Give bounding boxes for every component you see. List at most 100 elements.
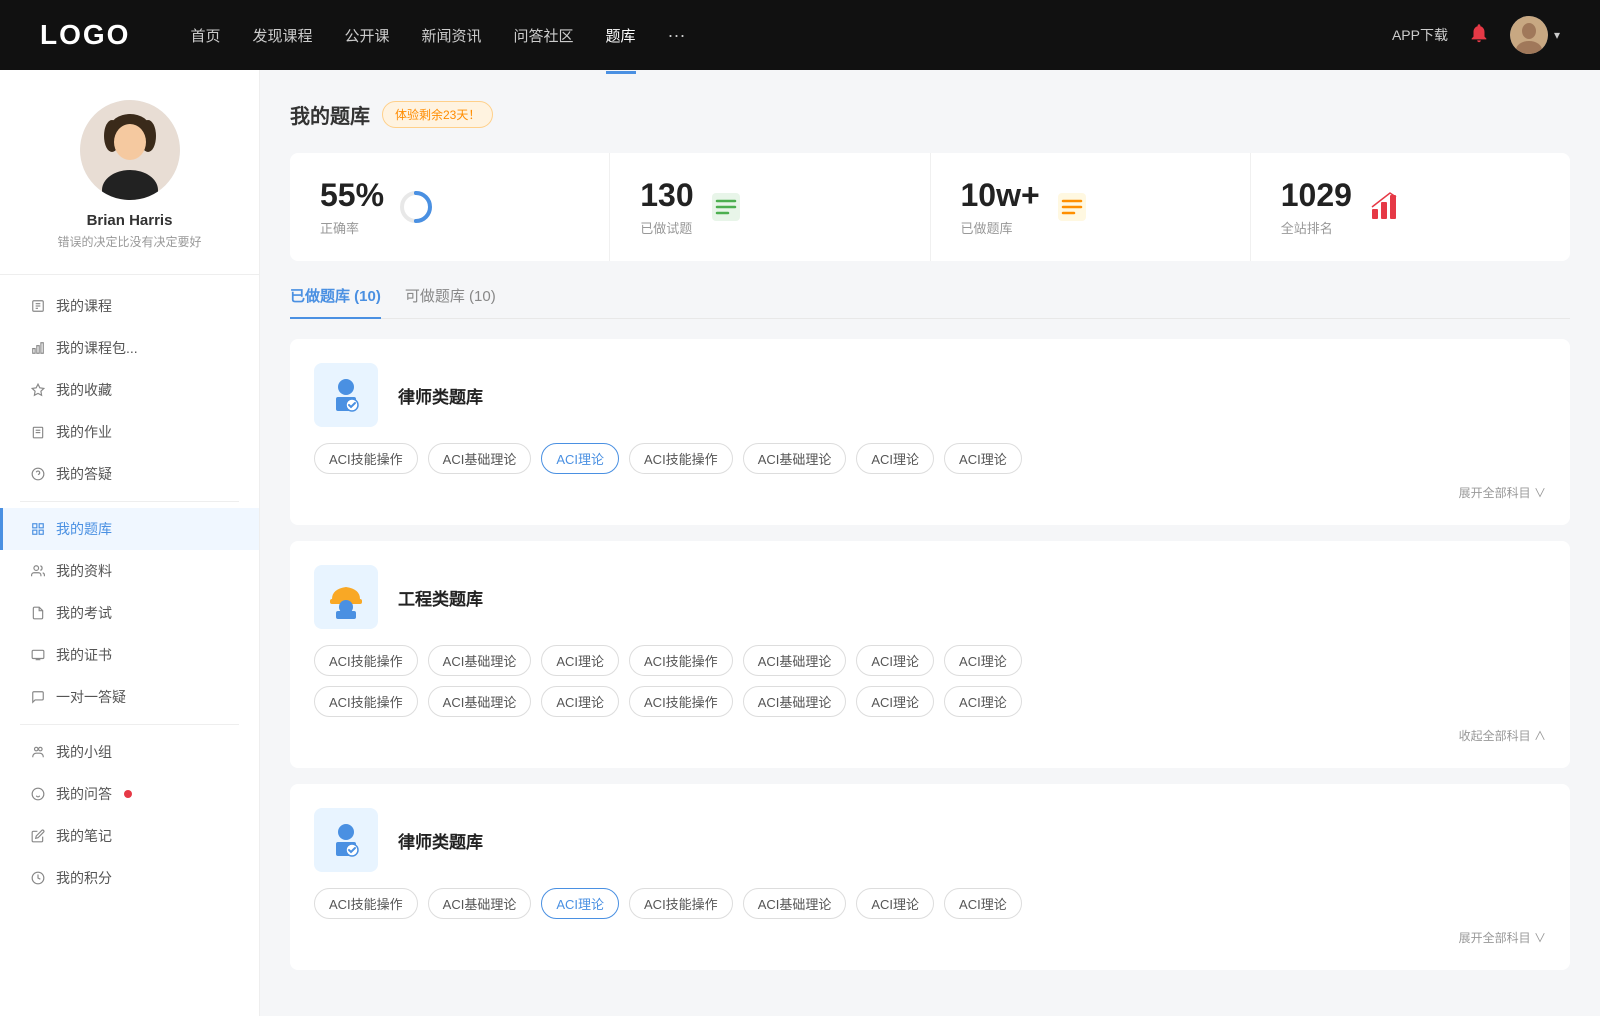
law2-tag-2[interactable]: ACI理论 <box>541 888 619 919</box>
eng-tag-5[interactable]: ACI理论 <box>856 645 934 676</box>
donut-chart-icon <box>398 189 434 225</box>
tag-1[interactable]: ACI基础理论 <box>428 443 532 474</box>
eng2-tag-4[interactable]: ACI基础理论 <box>743 686 847 717</box>
law2-tag-1[interactable]: ACI基础理论 <box>428 888 532 919</box>
sidebar-item-my-data[interactable]: 我的资料 <box>0 550 259 592</box>
eng2-tag-5[interactable]: ACI理论 <box>856 686 934 717</box>
expand-btn-lawyer-1[interactable]: 展开全部科目 ∨ <box>314 484 1546 501</box>
eng-tag-4[interactable]: ACI基础理论 <box>743 645 847 676</box>
page-header: 我的题库 体验剩余23天！ <box>290 100 1570 129</box>
sidebar-item-my-data-label: 我的资料 <box>56 561 112 581</box>
sidebar-item-one-on-one-label: 一对一答疑 <box>56 687 126 707</box>
eng2-tag-0[interactable]: ACI技能操作 <box>314 686 418 717</box>
chat-icon <box>30 689 46 705</box>
sidebar-item-my-exam[interactable]: 我的考试 <box>0 592 259 634</box>
eng2-tag-1[interactable]: ACI基础理论 <box>428 686 532 717</box>
logo[interactable]: LOGO <box>40 19 130 51</box>
nav-more[interactable]: ··· <box>668 25 686 46</box>
main-layout: Brian Harris 错误的决定比没有决定要好 我的课程 我的课程包... <box>0 70 1600 1016</box>
stats-row: 55% 正确率 130 已做试题 <box>290 153 1570 261</box>
tab-available-banks[interactable]: 可做题库 (10) <box>405 285 496 318</box>
tags-row-engineer-1: ACI技能操作 ACI基础理论 ACI理论 ACI技能操作 ACI基础理论 AC… <box>314 645 1546 676</box>
law2-tag-0[interactable]: ACI技能操作 <box>314 888 418 919</box>
notification-bell[interactable] <box>1468 22 1490 49</box>
stat-accuracy: 55% 正确率 <box>290 153 610 261</box>
qbank-card-engineer: 工程类题库 ACI技能操作 ACI基础理论 ACI理论 ACI技能操作 ACI基… <box>290 541 1570 768</box>
profile-motto: 错误的决定比没有决定要好 <box>57 233 201 250</box>
page-title: 我的题库 <box>290 100 370 129</box>
list-yellow-icon <box>1054 189 1090 225</box>
law2-tag-5[interactable]: ACI理论 <box>856 888 934 919</box>
sidebar-item-my-question[interactable]: 我的答疑 <box>0 453 259 495</box>
sidebar-item-my-exam-label: 我的考试 <box>56 603 112 623</box>
tab-done-banks[interactable]: 已做题库 (10) <box>290 285 381 318</box>
nav-discover[interactable]: 发现课程 <box>252 21 312 50</box>
nav-qa[interactable]: 问答社区 <box>514 21 574 50</box>
law2-tag-3[interactable]: ACI技能操作 <box>629 888 733 919</box>
tag-6[interactable]: ACI理论 <box>944 443 1022 474</box>
sidebar-item-my-cert[interactable]: 我的证书 <box>0 634 259 676</box>
law2-tag-4[interactable]: ACI基础理论 <box>743 888 847 919</box>
stat-done-banks-value: 10w+ <box>961 177 1040 214</box>
tabs-row: 已做题库 (10) 可做题库 (10) <box>290 285 1570 319</box>
eng2-tag-3[interactable]: ACI技能操作 <box>629 686 733 717</box>
eng-tag-6[interactable]: ACI理论 <box>944 645 1022 676</box>
tags-row-engineer-2: ACI技能操作 ACI基础理论 ACI理论 ACI技能操作 ACI基础理论 AC… <box>314 686 1546 717</box>
sidebar-item-my-group[interactable]: 我的小组 <box>0 731 259 773</box>
nav-qbank[interactable]: 题库 <box>606 21 636 50</box>
eng2-tag-6[interactable]: ACI理论 <box>944 686 1022 717</box>
expand-btn-engineer[interactable]: 收起全部科目 ∧ <box>314 727 1546 744</box>
qbank-title-lawyer-1: 律师类题库 <box>398 383 483 408</box>
sidebar-item-my-notes[interactable]: 我的笔记 <box>0 815 259 857</box>
tags-row-lawyer-1: ACI技能操作 ACI基础理论 ACI理论 ACI技能操作 ACI基础理论 AC… <box>314 443 1546 474</box>
tag-4[interactable]: ACI基础理论 <box>743 443 847 474</box>
tag-0[interactable]: ACI技能操作 <box>314 443 418 474</box>
list-green-icon <box>708 189 744 225</box>
avatar <box>1510 16 1548 54</box>
sidebar-item-my-question-label: 我的答疑 <box>56 464 112 484</box>
navbar-right: APP下载 ▾ <box>1392 16 1560 54</box>
sidebar-item-my-collection[interactable]: 我的收藏 <box>0 369 259 411</box>
sidebar-item-my-course[interactable]: 我的课程 <box>0 285 259 327</box>
sidebar-item-one-on-one[interactable]: 一对一答疑 <box>0 676 259 718</box>
qbank-card-lawyer-2: 律师类题库 ACI技能操作 ACI基础理论 ACI理论 ACI技能操作 ACI基… <box>290 784 1570 970</box>
eng-tag-2[interactable]: ACI理论 <box>541 645 619 676</box>
bar-chart-icon <box>30 340 46 356</box>
nav-home[interactable]: 首页 <box>190 21 220 50</box>
stat-accuracy-value: 55% <box>320 177 384 214</box>
tag-5[interactable]: ACI理论 <box>856 443 934 474</box>
sidebar-item-my-package[interactable]: 我的课程包... <box>0 327 259 369</box>
nav-open-course[interactable]: 公开课 <box>344 21 389 50</box>
sidebar-item-my-points[interactable]: 我的积分 <box>0 857 259 899</box>
navbar: LOGO 首页 发现课程 公开课 新闻资讯 问答社区 题库 ··· APP下载 … <box>0 0 1600 70</box>
law2-tag-6[interactable]: ACI理论 <box>944 888 1022 919</box>
profile-name: Brian Harris <box>87 212 173 229</box>
question-circle-icon <box>30 466 46 482</box>
expand-btn-lawyer-2[interactable]: 展开全部科目 ∨ <box>314 929 1546 946</box>
sidebar-item-my-qbank[interactable]: 我的题库 <box>0 508 259 550</box>
tags-row-lawyer-2: ACI技能操作 ACI基础理论 ACI理论 ACI技能操作 ACI基础理论 AC… <box>314 888 1546 919</box>
sidebar: Brian Harris 错误的决定比没有决定要好 我的课程 我的课程包... <box>0 70 260 1016</box>
sidebar-item-my-homework[interactable]: 我的作业 <box>0 411 259 453</box>
qbank-title-lawyer-2: 律师类题库 <box>398 828 483 853</box>
eng-tag-1[interactable]: ACI基础理论 <box>428 645 532 676</box>
lawyer-icon-2 <box>314 808 378 872</box>
sidebar-item-my-points-label: 我的积分 <box>56 868 112 888</box>
app-download-button[interactable]: APP下载 <box>1392 25 1448 45</box>
tag-3[interactable]: ACI技能操作 <box>629 443 733 474</box>
eng2-tag-2[interactable]: ACI理论 <box>541 686 619 717</box>
sidebar-divider-1 <box>20 501 239 502</box>
stat-ranking-value: 1029 <box>1281 177 1352 214</box>
question-mark-icon <box>30 786 46 802</box>
user-avatar-menu[interactable]: ▾ <box>1510 16 1560 54</box>
nav-news[interactable]: 新闻资讯 <box>422 21 482 50</box>
sidebar-item-my-collection-label: 我的收藏 <box>56 380 112 400</box>
nav-menu: 首页 发现课程 公开课 新闻资讯 问答社区 题库 ··· <box>190 21 1392 50</box>
sidebar-item-my-cert-label: 我的证书 <box>56 645 112 665</box>
eng-tag-0[interactable]: ACI技能操作 <box>314 645 418 676</box>
sidebar-item-my-qa[interactable]: 我的问答 <box>0 773 259 815</box>
stat-done-banks: 10w+ 已做题库 <box>931 153 1251 261</box>
sidebar-menu: 我的课程 我的课程包... 我的收藏 我的作业 <box>0 275 259 909</box>
tag-2[interactable]: ACI理论 <box>541 443 619 474</box>
eng-tag-3[interactable]: ACI技能操作 <box>629 645 733 676</box>
